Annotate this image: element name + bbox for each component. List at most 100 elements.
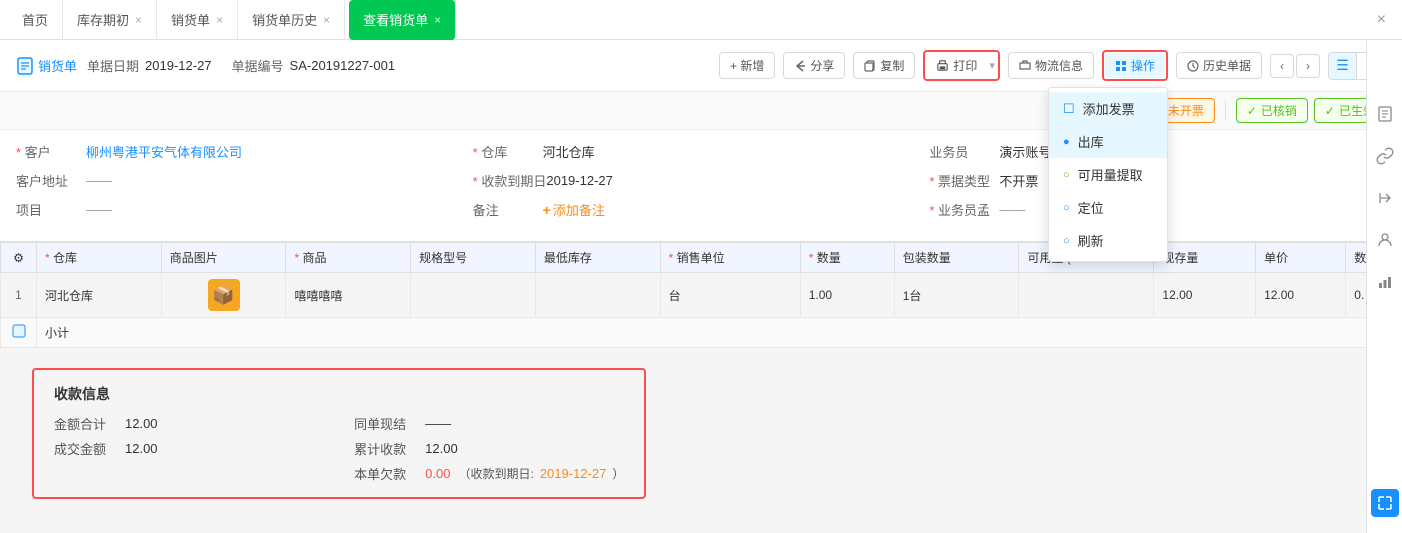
project-label: 项目 [16, 200, 86, 219]
sidebar-icon-user[interactable] [1371, 226, 1399, 254]
logistics-button[interactable]: 物流信息 [1008, 52, 1094, 79]
col-product: 商品 [286, 243, 411, 273]
current-owe-value: 0.00 [425, 466, 450, 481]
dropdown-refresh[interactable]: ○ 刷新 [1049, 224, 1167, 257]
row-quantity: 1.00 [800, 273, 894, 318]
share-button[interactable]: 分享 [783, 52, 845, 79]
operation-dropdown: ☐ 添加发票 ● 出库 ○ 可用量提取 ○ 定位 [1048, 87, 1168, 262]
sidebar-icon-document[interactable] [1371, 100, 1399, 128]
tab-close-sales-history[interactable]: × [323, 13, 330, 27]
row-min-stock [535, 273, 660, 318]
dropdown-add-invoice[interactable]: ☐ 添加发票 [1049, 92, 1167, 125]
tab-sales-order[interactable]: 销货单 × [157, 0, 238, 40]
payment-date-value[interactable]: 2019-12-27 [546, 173, 929, 188]
doc-meta: 单据日期 2019-12-27 单据编号 SA-20191227-001 [87, 56, 719, 75]
tab-close-view-sales[interactable]: × [434, 13, 441, 27]
note-label: 备注 [473, 200, 543, 219]
dropdown-warehouse-out[interactable]: ● 出库 [1049, 125, 1167, 158]
warehouse-value[interactable]: 河北仓库 [543, 142, 930, 161]
tab-bar-close[interactable]: × [1369, 7, 1394, 33]
summary-title: 收款信息 [54, 384, 624, 404]
same-order-label: 同单现结 [354, 414, 419, 433]
tab-close-inventory[interactable]: × [135, 13, 142, 27]
col-settings[interactable]: ⚙ [1, 243, 37, 273]
row-warehouse: 河北仓库 [37, 273, 162, 318]
sidebar-icon-return[interactable] [1371, 184, 1399, 212]
cumulative-label: 累计收款 [354, 439, 419, 458]
operation-button[interactable]: 操作 [1105, 53, 1165, 78]
row-sales-unit: 台 [660, 273, 800, 318]
address-value: —— [86, 173, 473, 188]
tab-view-sales[interactable]: 查看销货单 × [349, 0, 456, 40]
col-current-stock: 现存量 [1154, 243, 1256, 273]
row-unit-price: 12.00 [1256, 273, 1346, 318]
project-value: —— [86, 202, 473, 217]
date-value: 2019-12-27 [145, 58, 212, 73]
customer-value[interactable]: 柳州粤港平安气体有限公司 [86, 142, 473, 161]
payment-date-label: 收款到期日 [473, 171, 547, 190]
payment-date-group: 收款到期日 2019-12-27 [473, 171, 930, 190]
customer-label: 客户 [16, 142, 86, 161]
sidebar-icon-link[interactable] [1371, 142, 1399, 170]
add-note-btn[interactable]: + 添加备注 [543, 200, 605, 219]
address-label: 客户地址 [16, 171, 86, 190]
total-value: 12.00 [125, 416, 158, 431]
col-warehouse: 仓库 [37, 243, 162, 273]
view-list[interactable]: ☰ [1329, 53, 1357, 79]
transaction-label: 成交金额 [54, 439, 119, 458]
customer-group: 客户 柳州粤港平安气体有限公司 [16, 142, 473, 161]
form-section: 客户 柳州粤港平安气体有限公司 仓库 河北仓库 业务员 演示账号 客户地址 ——… [0, 130, 1402, 241]
tab-bar: 首页 库存期初 × 销货单 × 销货单历史 × 查看销货单 × × [0, 0, 1402, 40]
tab-inventory-init[interactable]: 库存期初 × [63, 0, 157, 40]
col-sales-unit: 销售单位 [660, 243, 800, 273]
ticket-type-label: 票据类型 [929, 171, 999, 190]
dropdown-locate[interactable]: ○ 定位 [1049, 191, 1167, 224]
address-group: 客户地址 —— [16, 171, 473, 190]
subtotal-row: 小计 [1, 318, 1402, 348]
nav-prev[interactable]: ‹ [1270, 54, 1294, 78]
staff-label: 业务员 [929, 142, 999, 161]
table-wrapper: ⚙ 仓库 商品图片 商品 规格型号 最低库存 销售单位 数量 包装数量 可用量 … [0, 241, 1402, 348]
row-pack-qty: 1台 [894, 273, 1019, 318]
row-product: 嘻嘻嘻嘻 [286, 273, 411, 318]
col-pack-qty: 包装数量 [894, 243, 1019, 273]
summary-box: 收款信息 金额合计 12.00 同单现结 —— 成交金额 12.00 累计收款 … [32, 368, 646, 499]
col-product-img: 商品图片 [161, 243, 286, 273]
sidebar-icon-expand[interactable] [1371, 489, 1399, 517]
tab-sales-history[interactable]: 销货单历史 × [238, 0, 345, 40]
copy-button[interactable]: 复制 [853, 52, 915, 79]
dropdown-available-qty[interactable]: ○ 可用量提取 [1049, 158, 1167, 191]
warehouse-group: 仓库 河北仓库 [473, 142, 930, 161]
new-button[interactable]: + 新增 [719, 52, 775, 79]
row-product-img: 📦 [161, 273, 286, 318]
number-label: 单据编号 [232, 56, 284, 75]
col-min-stock: 最低库存 [535, 243, 660, 273]
transaction-value: 12.00 [125, 441, 158, 456]
note-group: 备注 + 添加备注 [473, 200, 930, 219]
history-button[interactable]: 历史单据 [1176, 52, 1262, 79]
nav-next[interactable]: › [1296, 54, 1320, 78]
col-spec: 规格型号 [411, 243, 536, 273]
warehouse-label: 仓库 [473, 142, 543, 161]
row-spec [411, 273, 536, 318]
subtotal-label: 小计 [37, 318, 1402, 348]
sidebar-icon-chart[interactable] [1371, 268, 1399, 296]
row-current-stock: 12.00 [1154, 273, 1256, 318]
doc-header: 销货单 单据日期 2019-12-27 单据编号 SA-20191227-001… [0, 40, 1402, 92]
col-quantity: 数量 [800, 243, 894, 273]
tab-close-sales[interactable]: × [216, 13, 223, 27]
row-available [1019, 273, 1154, 318]
doc-actions: + 新增 分享 复制 打印 ▾ 物流信息 [719, 50, 1386, 81]
print-button[interactable]: 打印 [926, 53, 987, 78]
total-label: 金额合计 [54, 414, 119, 433]
date-label: 单据日期 [87, 56, 139, 75]
project-group: 项目 —— [16, 200, 473, 219]
doc-type-icon: 销货单 [16, 56, 77, 75]
due-date-value: 2019-12-27 [540, 466, 607, 481]
current-owe-label: 本单欠款 [354, 464, 419, 483]
cumulative-value: 12.00 [425, 441, 458, 456]
already-checked-btn[interactable]: ✓ 已核销 [1236, 98, 1308, 123]
col-unit-price: 单价 [1256, 243, 1346, 273]
tab-home[interactable]: 首页 [8, 0, 63, 40]
number-value: SA-20191227-001 [290, 58, 396, 73]
